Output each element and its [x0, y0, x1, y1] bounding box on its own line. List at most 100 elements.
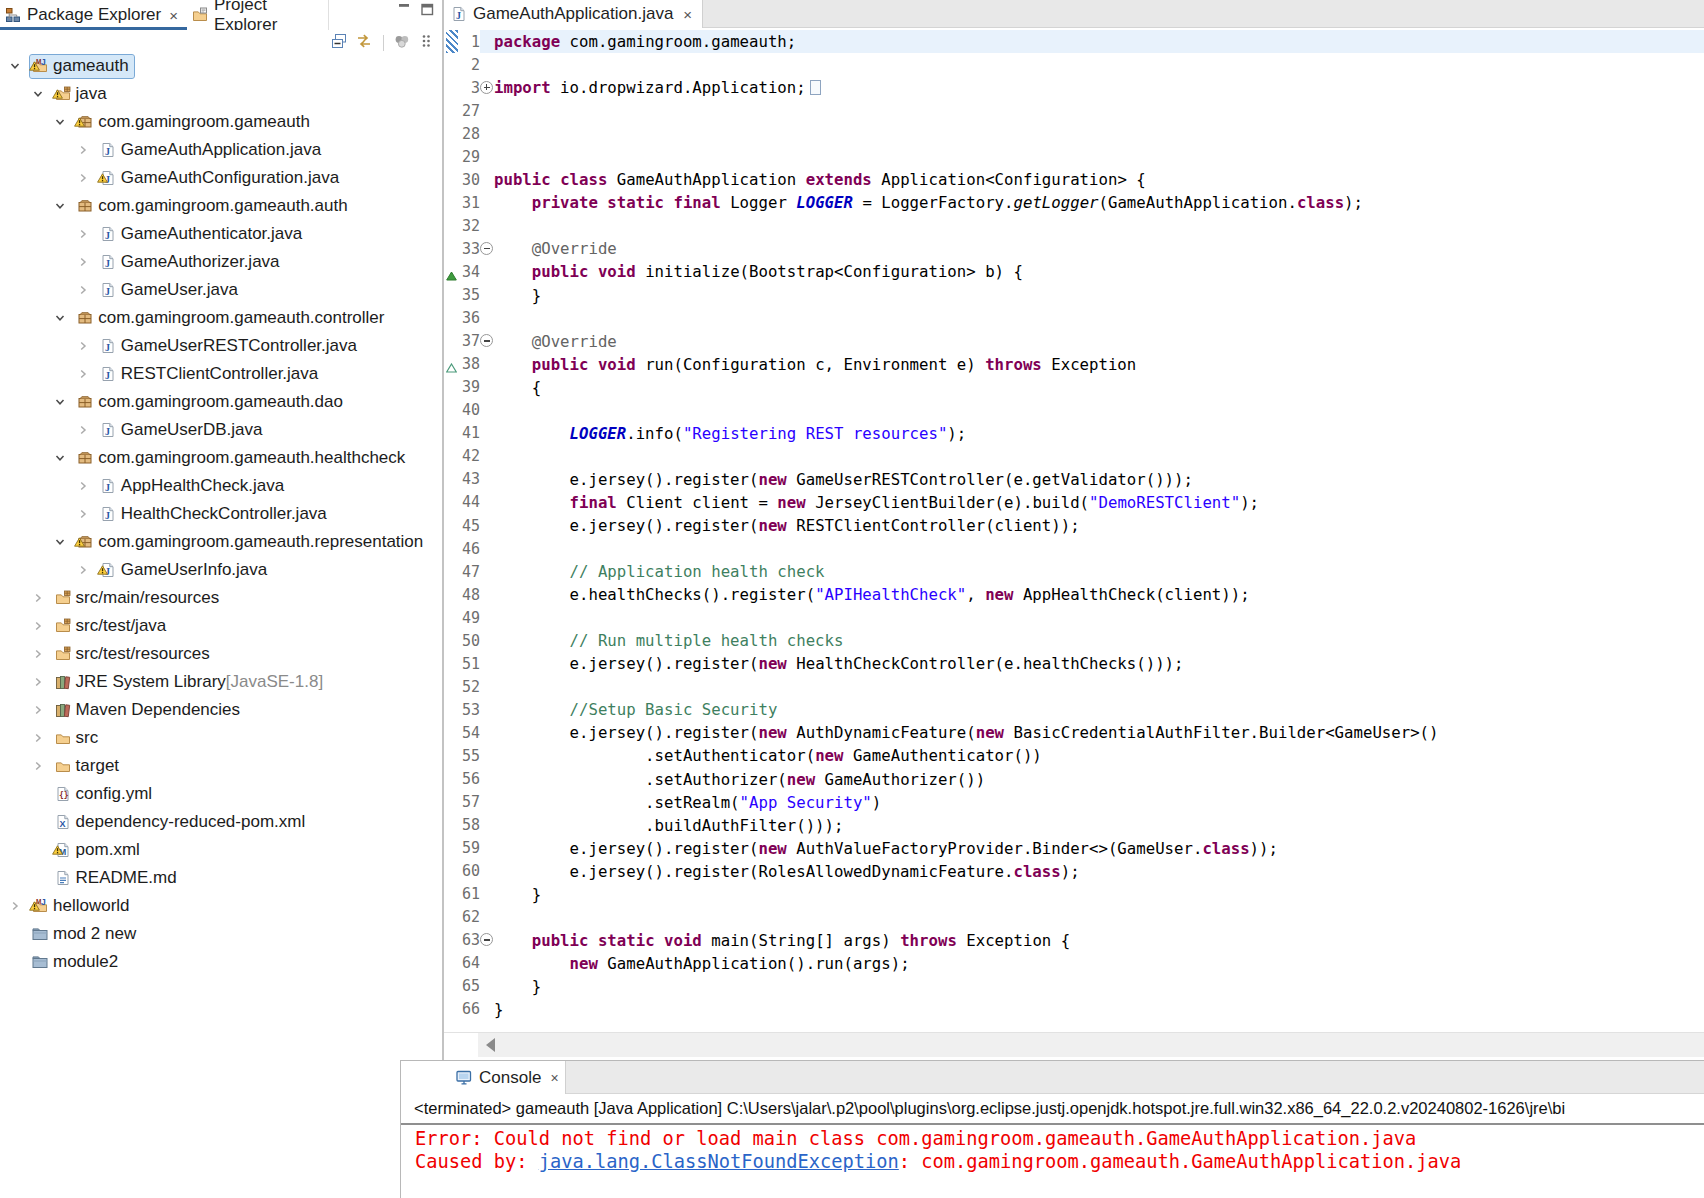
chevron-collapsed-icon[interactable] — [76, 563, 98, 577]
tab-project-explorer[interactable]: Project Explorer — [189, 0, 329, 30]
code-line-63[interactable]: 63 public static void main(String[] args… — [444, 929, 1704, 952]
code-line-39[interactable]: 39 { — [444, 376, 1704, 399]
code-line-31[interactable]: 31 private static final Logger LOGGER = … — [444, 191, 1704, 214]
tree-item-maven-dependencies[interactable]: Maven Dependencies — [0, 696, 442, 724]
code-editor[interactable]: 1package com.gamingroom.gameauth;23impor… — [444, 28, 1704, 1032]
tab-package-explorer[interactable]: Package Explorer × — [0, 0, 187, 30]
maximize-icon[interactable] — [421, 2, 434, 20]
horizontal-scrollbar[interactable] — [444, 1032, 1704, 1057]
chevron-collapsed-icon[interactable] — [76, 423, 98, 437]
chevron-expanded-icon[interactable] — [53, 115, 75, 129]
code-line-33[interactable]: 33 @Override — [444, 237, 1704, 260]
code-line-50[interactable]: 50 // Run multiple health checks — [444, 629, 1704, 652]
code-line-28[interactable]: 28 — [444, 122, 1704, 145]
tree-item-healthcheckcontroller-java[interactable]: JHealthCheckController.java — [0, 500, 442, 528]
chevron-collapsed-icon[interactable] — [76, 255, 98, 269]
tree-item-helloworld[interactable]: JMhelloworld — [0, 892, 442, 920]
chevron-collapsed-icon[interactable] — [76, 171, 98, 185]
close-icon[interactable]: × — [169, 7, 178, 24]
tree-item-pom-xml[interactable]: Mpom.xml — [0, 836, 442, 864]
tree-item-com-gamingroom-gameauth-dao[interactable]: com.gamingroom.gameauth.dao — [0, 388, 442, 416]
tree-item-gameauthenticator-java[interactable]: JGameAuthenticator.java — [0, 220, 442, 248]
chevron-collapsed-icon[interactable] — [31, 619, 53, 633]
chevron-collapsed-icon[interactable] — [8, 899, 30, 913]
tree-item-com-gamingroom-gameauth-healthcheck[interactable]: com.gamingroom.gameauth.healthcheck — [0, 444, 442, 472]
tree-item-gameuser-java[interactable]: JGameUser.java — [0, 276, 442, 304]
tab-gameauthapplication[interactable]: J GameAuthApplication.java × — [444, 0, 703, 28]
tree-item-gameuserinfo-java[interactable]: JGameUserInfo.java — [0, 556, 442, 584]
chevron-collapsed-icon[interactable] — [76, 479, 98, 493]
chevron-collapsed-icon[interactable] — [31, 703, 53, 717]
tree-item-com-gamingroom-gameauth-auth[interactable]: com.gamingroom.gameauth.auth — [0, 192, 442, 220]
code-line-29[interactable]: 29 — [444, 145, 1704, 168]
code-line-49[interactable]: 49 — [444, 606, 1704, 629]
link-with-editor-icon[interactable] — [355, 33, 373, 53]
chevron-expanded-icon[interactable] — [31, 87, 53, 101]
code-line-51[interactable]: 51 e.jersey().register(new HealthCheckCo… — [444, 652, 1704, 675]
code-line-65[interactable]: 65 } — [444, 975, 1704, 998]
code-line-34[interactable]: 34 public void initialize(Bootstrap<Conf… — [444, 260, 1704, 283]
tree-item-dependency-reduced-pom-xml[interactable]: Xdependency-reduced-pom.xml — [0, 808, 442, 836]
chevron-collapsed-icon[interactable] — [31, 675, 53, 689]
focus-icon[interactable] — [394, 33, 410, 53]
chevron-collapsed-icon[interactable] — [31, 647, 53, 661]
tree-item-apphealthcheck-java[interactable]: JAppHealthCheck.java — [0, 472, 442, 500]
tree-item-jre-system-library[interactable]: JRE System Library [JavaSE-1.8] — [0, 668, 442, 696]
chevron-expanded-icon[interactable] — [53, 451, 75, 465]
chevron-collapsed-icon[interactable] — [76, 283, 98, 297]
code-line-58[interactable]: 58 .buildAuthFilter())); — [444, 814, 1704, 837]
tree-item-target[interactable]: target — [0, 752, 442, 780]
code-line-40[interactable]: 40 — [444, 399, 1704, 422]
tree-item-gameuserdb-java[interactable]: JGameUserDB.java — [0, 416, 442, 444]
chevron-collapsed-icon[interactable] — [76, 507, 98, 521]
chevron-collapsed-icon[interactable] — [76, 339, 98, 353]
code-line-48[interactable]: 48 e.healthChecks().register("APIHealthC… — [444, 583, 1704, 606]
chevron-expanded-icon[interactable] — [8, 59, 30, 73]
code-line-45[interactable]: 45 e.jersey().register(new RESTClientCon… — [444, 514, 1704, 537]
tree-item-readme-md[interactable]: README.md — [0, 864, 442, 892]
tab-console[interactable]: Console × — [401, 1061, 566, 1094]
chevron-expanded-icon[interactable] — [53, 311, 75, 325]
chevron-expanded-icon[interactable] — [53, 535, 75, 549]
chevron-collapsed-icon[interactable] — [76, 227, 98, 241]
code-line-3[interactable]: 3import io.dropwizard.Application; — [444, 76, 1704, 99]
code-line-55[interactable]: 55 .setAuthenticator(new GameAuthenticat… — [444, 744, 1704, 767]
tree-item-gameauth[interactable]: JMgameauth — [0, 52, 442, 80]
tree-item-config-yml[interactable]: {}config.yml — [0, 780, 442, 808]
tree-item-src-test-resources[interactable]: src/test/resources — [0, 640, 442, 668]
code-line-66[interactable]: 66} — [444, 998, 1704, 1021]
code-line-32[interactable]: 32 — [444, 214, 1704, 237]
code-line-37[interactable]: 37 @Override — [444, 330, 1704, 353]
close-icon[interactable]: × — [683, 6, 692, 23]
code-line-41[interactable]: 41 LOGGER.info("Registering REST resourc… — [444, 422, 1704, 445]
collapse-all-icon[interactable] — [331, 33, 347, 53]
code-line-60[interactable]: 60 e.jersey().register(RolesAllowedDynam… — [444, 860, 1704, 883]
code-line-47[interactable]: 47 // Application health check — [444, 560, 1704, 583]
tree-item-gameauthconfiguration-java[interactable]: JGameAuthConfiguration.java — [0, 164, 442, 192]
tree-item-java[interactable]: java — [0, 80, 442, 108]
tree-item-com-gamingroom-gameauth-controller[interactable]: com.gamingroom.gameauth.controller — [0, 304, 442, 332]
code-line-30[interactable]: 30public class GameAuthApplication exten… — [444, 168, 1704, 191]
code-line-38[interactable]: 38 public void run(Configuration c, Envi… — [444, 353, 1704, 376]
chevron-collapsed-icon[interactable] — [31, 759, 53, 773]
chevron-collapsed-icon[interactable] — [76, 367, 98, 381]
code-line-1[interactable]: 1package com.gamingroom.gameauth; — [444, 30, 1704, 53]
code-line-54[interactable]: 54 e.jersey().register(new AuthDynamicFe… — [444, 721, 1704, 744]
code-line-62[interactable]: 62 — [444, 906, 1704, 929]
code-line-46[interactable]: 46 — [444, 537, 1704, 560]
tree-item-mod-2-new[interactable]: mod 2 new — [0, 920, 442, 948]
tree-item-module2[interactable]: module2 — [0, 948, 442, 976]
code-line-36[interactable]: 36 — [444, 307, 1704, 330]
code-line-2[interactable]: 2 — [444, 53, 1704, 76]
tree-item-src[interactable]: src — [0, 724, 442, 752]
chevron-expanded-icon[interactable] — [53, 199, 75, 213]
tree-item-com-gamingroom-gameauth-representation[interactable]: com.gamingroom.gameauth.representation — [0, 528, 442, 556]
tree-item-gameauthapplication-java[interactable]: JGameAuthApplication.java — [0, 136, 442, 164]
code-line-53[interactable]: 53 //Setup Basic Security — [444, 698, 1704, 721]
code-line-44[interactable]: 44 final Client client = new JerseyClien… — [444, 491, 1704, 514]
tree-item-gameauthorizer-java[interactable]: JGameAuthorizer.java — [0, 248, 442, 276]
code-line-64[interactable]: 64 new GameAuthApplication().run(args); — [444, 952, 1704, 975]
fold-collapse-icon[interactable] — [480, 334, 493, 347]
code-line-61[interactable]: 61 } — [444, 883, 1704, 906]
chevron-collapsed-icon[interactable] — [31, 591, 53, 605]
